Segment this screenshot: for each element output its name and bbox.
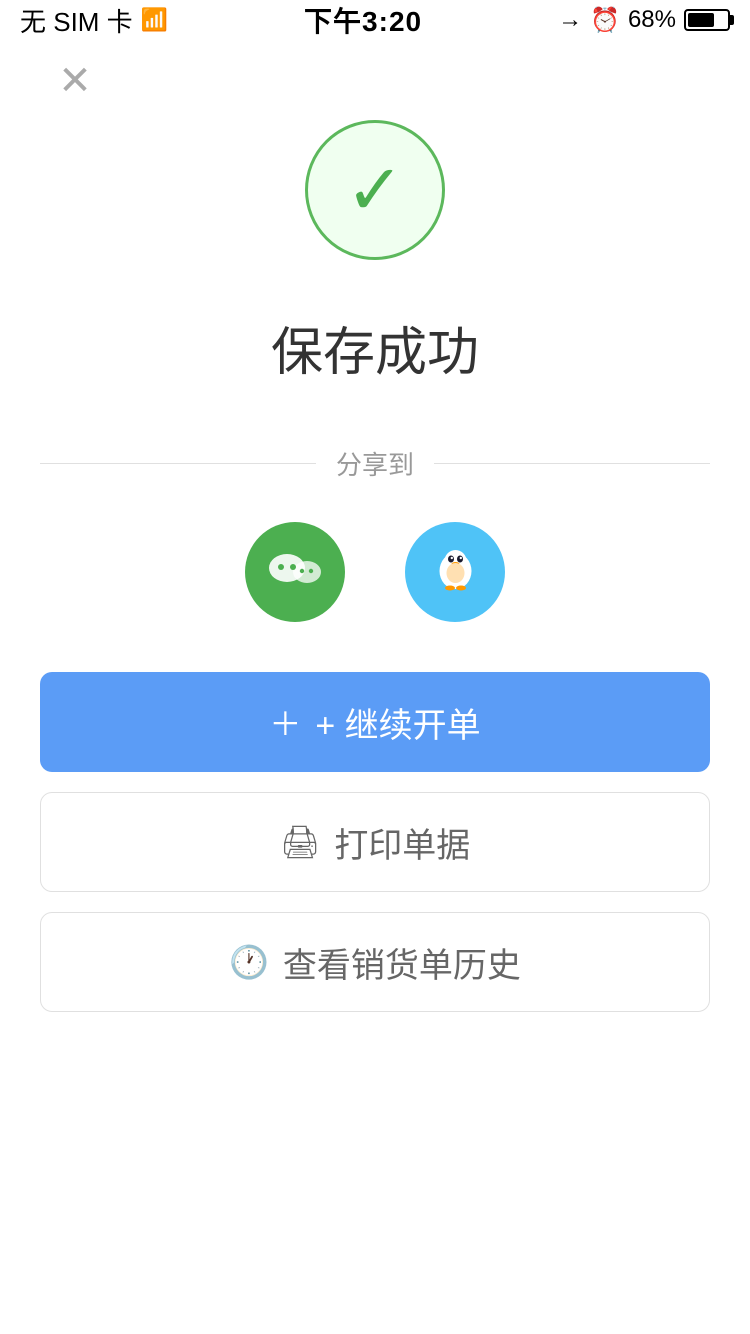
- clock-icon: 🕐: [229, 943, 269, 981]
- status-left: 无 SIM 卡 📶: [20, 2, 168, 39]
- success-circle: ✓: [305, 120, 445, 260]
- main-content: ✓ 保存成功 分享到: [0, 40, 750, 1012]
- history-button-label: 查看销货单历史: [283, 938, 521, 987]
- status-bar: 无 SIM 卡 📶 下午3:20 → ⏰ 68%: [0, 0, 750, 40]
- close-icon: ✕: [58, 61, 92, 101]
- print-button-label: 打印单据: [334, 818, 470, 867]
- history-button[interactable]: 🕐 查看销货单历史: [40, 912, 710, 1012]
- share-section: 分享到: [0, 445, 750, 622]
- checkmark-icon: ✓: [346, 155, 405, 225]
- divider-left: [40, 463, 316, 464]
- continue-button[interactable]: ＋ + 继续开单: [40, 672, 710, 772]
- close-button[interactable]: ✕: [50, 56, 100, 106]
- wechat-icon: [265, 542, 325, 602]
- plus-icon: ＋: [269, 699, 301, 745]
- alarm-icon: ⏰: [590, 6, 620, 35]
- battery-indicator: [684, 9, 730, 31]
- print-icon: 🖨: [280, 823, 321, 861]
- status-time: 下午3:20: [304, 0, 422, 40]
- qq-share-button[interactable]: [405, 522, 505, 622]
- divider-right: [434, 463, 710, 464]
- print-button[interactable]: 🖨 打印单据: [40, 792, 710, 892]
- action-buttons: ＋ + 继续开单 🖨 打印单据 🕐 查看销货单历史: [0, 672, 750, 1012]
- battery-percent: 68%: [628, 6, 676, 34]
- share-divider: 分享到: [40, 445, 710, 482]
- no-sim-text: 无 SIM 卡: [20, 2, 133, 39]
- success-title: 保存成功: [271, 310, 479, 385]
- share-icons-row: [40, 522, 710, 622]
- wifi-icon: 📶: [141, 7, 168, 33]
- share-label: 分享到: [316, 445, 434, 482]
- qq-icon: [428, 545, 483, 600]
- status-right: → ⏰ 68%: [558, 6, 730, 35]
- location-icon: →: [558, 6, 582, 34]
- wechat-share-button[interactable]: [245, 522, 345, 622]
- continue-button-label: + 继续开单: [315, 698, 480, 747]
